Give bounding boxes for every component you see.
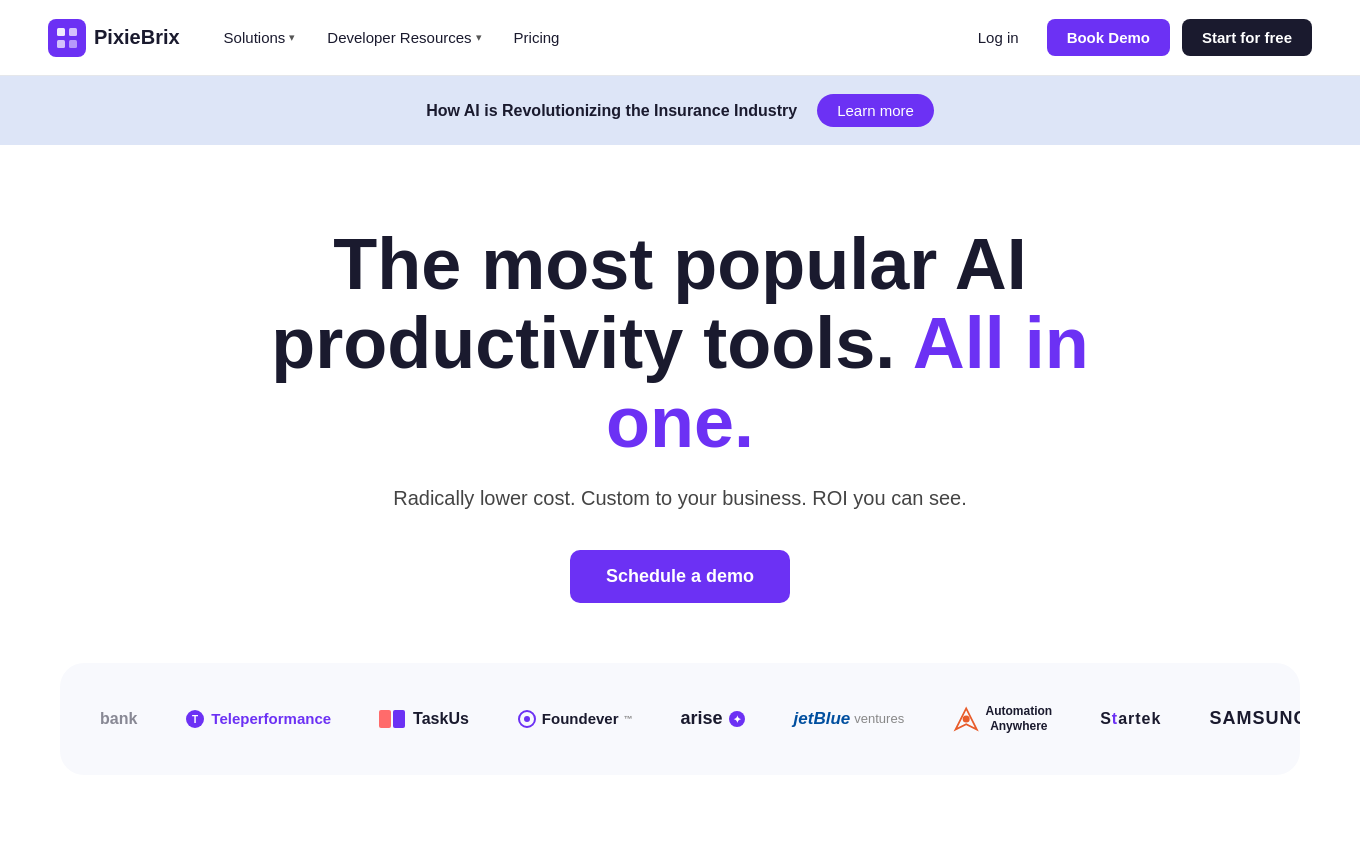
list-item: Startek — [1100, 695, 1161, 743]
taskus-icon — [379, 708, 407, 730]
list-item: T Teleperformance — [185, 695, 331, 743]
list-item: SAMSUNG — [1209, 695, 1300, 743]
logo-svg — [56, 27, 78, 49]
chevron-down-icon: ▾ — [289, 31, 295, 44]
nav-developer-resources[interactable]: Developer Resources ▾ — [315, 21, 493, 54]
logo-icon — [48, 19, 86, 57]
banner-text: How AI is Revolutionizing the Insurance … — [426, 102, 797, 120]
svg-rect-3 — [69, 40, 77, 48]
teleperformance-icon: T — [185, 709, 205, 729]
login-button[interactable]: Log in — [962, 21, 1035, 54]
arise-icon: ✦ — [728, 710, 746, 728]
navbar: PixieBrix Solutions ▾ Developer Resource… — [0, 0, 1360, 76]
list-item: Automation Anywhere — [952, 695, 1052, 743]
svg-point-12 — [963, 715, 970, 722]
samsung-logo: SAMSUNG — [1209, 708, 1300, 729]
nav-left: PixieBrix Solutions ▾ Developer Resource… — [48, 19, 571, 57]
book-demo-button[interactable]: Book Demo — [1047, 19, 1170, 56]
startek-logo: Startek — [1100, 710, 1161, 728]
logo-text: PixieBrix — [94, 26, 180, 49]
nav-right: Log in Book Demo Start for free — [962, 19, 1312, 56]
start-free-button[interactable]: Start for free — [1182, 19, 1312, 56]
hero-subtitle: Radically lower cost. Custom to your bus… — [393, 487, 967, 510]
list-item: jetBlue ventures — [794, 695, 905, 743]
hero-section: The most popular AI productivity tools. … — [0, 145, 1360, 663]
list-item: bank — [100, 695, 137, 743]
list-item: Foundever ™ — [517, 695, 633, 743]
list-item: TaskUs — [379, 695, 469, 743]
logo-link[interactable]: PixieBrix — [48, 19, 180, 57]
logos-section: bank T Teleperformance TaskUs — [60, 663, 1300, 775]
svg-rect-6 — [379, 710, 391, 728]
nav-pricing[interactable]: Pricing — [502, 21, 572, 54]
svg-text:✦: ✦ — [733, 714, 742, 725]
hero-title: The most popular AI productivity tools. … — [230, 225, 1130, 463]
svg-rect-0 — [57, 28, 65, 36]
nav-solutions[interactable]: Solutions ▾ — [212, 21, 308, 54]
svg-rect-2 — [57, 40, 65, 48]
learn-more-button[interactable]: Learn more — [817, 94, 934, 127]
nav-links: Solutions ▾ Developer Resources ▾ Pricin… — [212, 21, 572, 54]
svg-rect-7 — [393, 710, 405, 728]
svg-rect-1 — [69, 28, 77, 36]
logos-track: bank T Teleperformance TaskUs — [100, 695, 1260, 743]
automation-anywhere-icon — [952, 703, 980, 735]
foundever-icon — [517, 709, 537, 729]
promo-banner: How AI is Revolutionizing the Insurance … — [0, 76, 1360, 145]
list-item: arise ✦ — [681, 695, 746, 743]
svg-text:T: T — [192, 714, 198, 725]
chevron-down-icon: ▾ — [476, 31, 482, 44]
schedule-demo-button[interactable]: Schedule a demo — [570, 550, 790, 603]
svg-point-9 — [524, 716, 530, 722]
